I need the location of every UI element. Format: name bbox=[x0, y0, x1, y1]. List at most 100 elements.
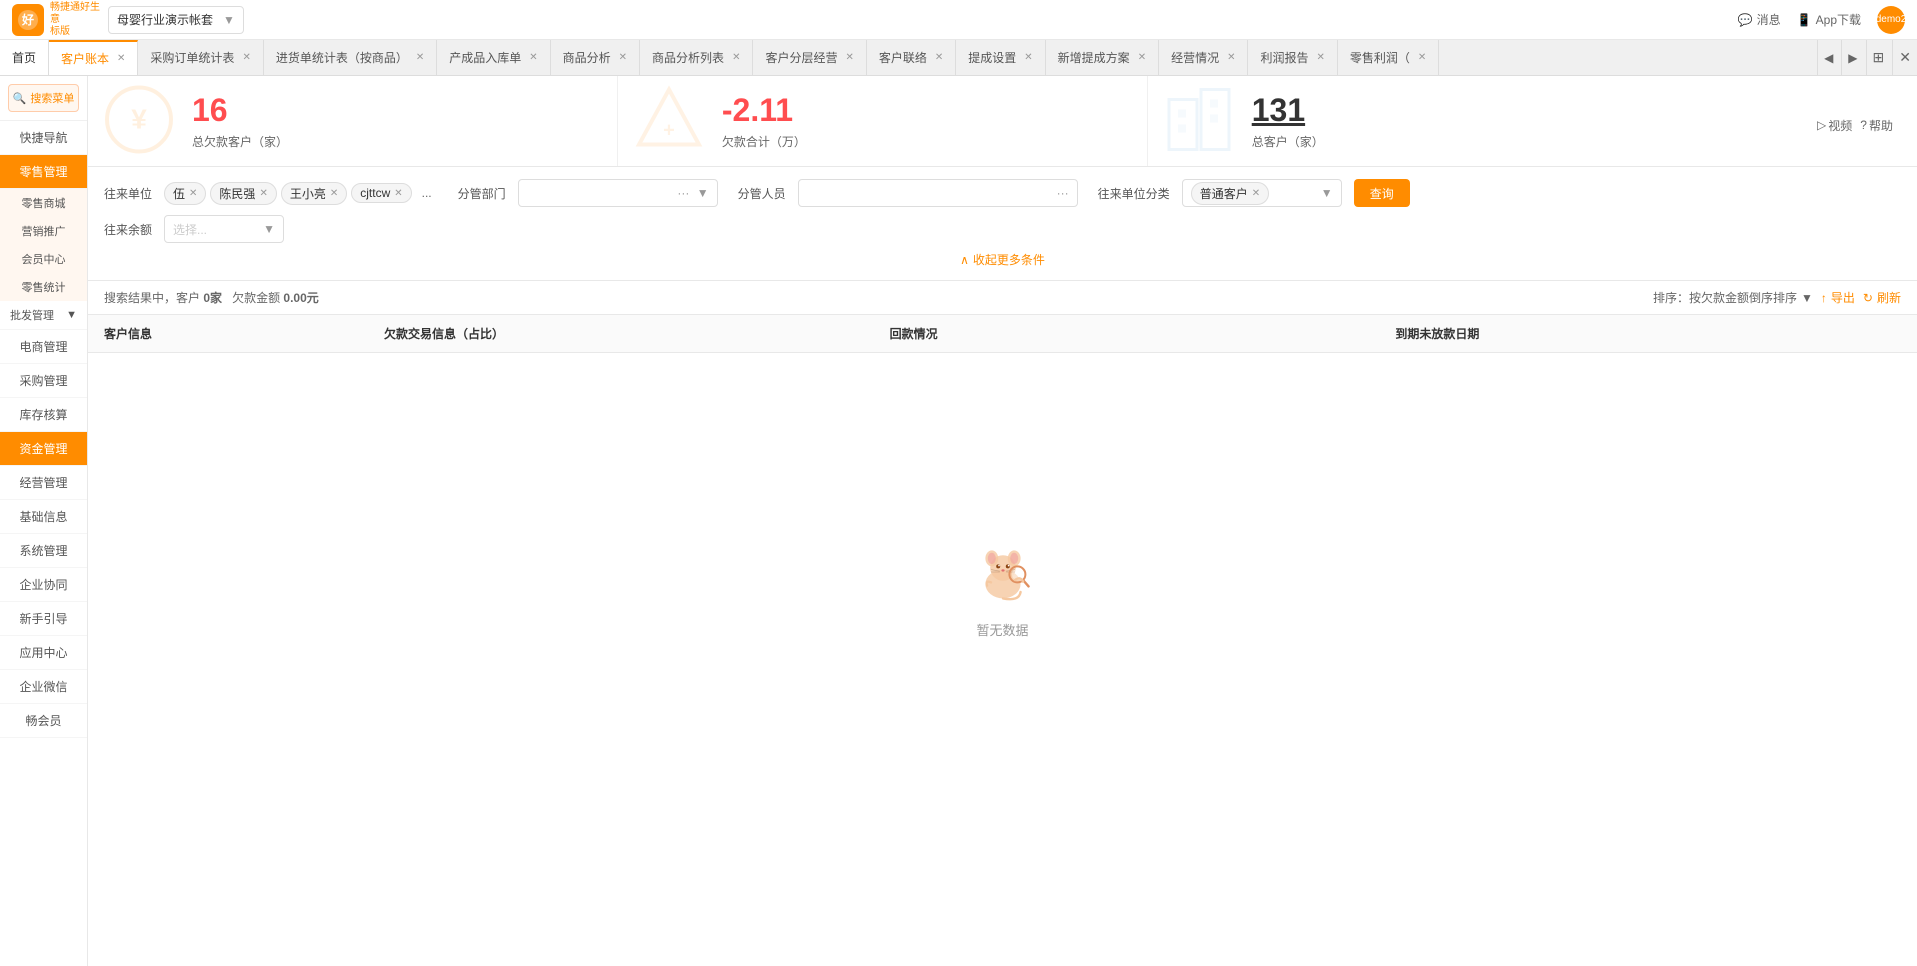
sidebar-item-capital[interactable]: 资金管理 bbox=[0, 432, 87, 466]
tab-close-icon[interactable]: ✕ bbox=[1227, 52, 1235, 63]
tab-close-icon[interactable]: ✕ bbox=[1138, 52, 1146, 63]
tab-promotion-settings[interactable]: 提成设置 ✕ bbox=[956, 40, 1045, 76]
staff-more-icon: ··· bbox=[1057, 186, 1069, 200]
sidebar-item-ecommerce[interactable]: 电商管理 bbox=[0, 330, 87, 364]
tab-close-icon[interactable]: ✕ bbox=[242, 52, 250, 63]
tab-close-all-btn[interactable]: ✕ bbox=[1892, 40, 1917, 76]
staff-filter-select[interactable]: ··· bbox=[798, 179, 1078, 207]
help-icon: ? bbox=[1860, 118, 1867, 132]
card-total-debt-value: -2.11 bbox=[722, 92, 806, 129]
sidebar-item-vip-member[interactable]: 畅会员 bbox=[0, 704, 87, 738]
tab-bar-end: ◀ ▶ ⊞ ✕ bbox=[1817, 40, 1917, 76]
sidebar-item-member-center[interactable]: 会员中心 bbox=[0, 245, 87, 273]
tab-label: 客户账本 bbox=[61, 50, 109, 67]
tab-label: 零售利润（ bbox=[1350, 49, 1410, 66]
tab-operations[interactable]: 经营情况 ✕ bbox=[1159, 40, 1248, 76]
tab-product-analysis[interactable]: 商品分析 ✕ bbox=[551, 40, 640, 76]
app-download-btn[interactable]: 📱 App下载 bbox=[1797, 11, 1861, 28]
export-btn[interactable]: ↑ 导出 bbox=[1821, 289, 1855, 306]
message-btn[interactable]: 💬 消息 bbox=[1738, 11, 1781, 28]
refresh-btn[interactable]: ↻ 刷新 bbox=[1863, 289, 1901, 306]
filter-area: 往来单位 伍 ✕ 陈民强 ✕ 王小亮 ✕ cjttcw bbox=[88, 167, 1917, 281]
content-area: ¥ 16 总欠款客户（家） + -2.11 欠款合计（万） bbox=[88, 76, 1917, 966]
svg-text:+: + bbox=[663, 120, 675, 142]
tag-remove-icon[interactable]: ✕ bbox=[259, 188, 267, 199]
sidebar-item-app-center[interactable]: 应用中心 bbox=[0, 636, 87, 670]
video-btn[interactable]: ▷ 视频 bbox=[1817, 117, 1852, 134]
remaining-filter-input[interactable]: 选择... ▼ bbox=[164, 215, 284, 243]
sidebar-item-retail-stats[interactable]: 零售统计 bbox=[0, 273, 87, 301]
tab-expand-btn[interactable]: ⊞ bbox=[1866, 40, 1891, 76]
sidebar-item-label: 零售管理 bbox=[0, 163, 87, 180]
tab-purchase-order-stats[interactable]: 采购订单统计表 ✕ bbox=[138, 40, 263, 76]
tab-customer-contact[interactable]: 客户联络 ✕ bbox=[867, 40, 956, 76]
tab-customer-accounts[interactable]: 客户账本 ✕ bbox=[49, 40, 138, 76]
collapse-btn[interactable]: ∧ 收起更多条件 bbox=[960, 251, 1045, 268]
tab-profit-report[interactable]: 利润报告 ✕ bbox=[1248, 40, 1337, 76]
tab-close-icon[interactable]: ✕ bbox=[117, 53, 125, 64]
tab-label: 经营情况 bbox=[1171, 49, 1219, 66]
summary-cards: ¥ 16 总欠款客户（家） + -2.11 欠款合计（万） bbox=[88, 76, 1917, 167]
user-avatar[interactable]: demo2 bbox=[1877, 6, 1905, 34]
tab-close-icon[interactable]: ✕ bbox=[529, 52, 537, 63]
help-btn[interactable]: ? 帮助 bbox=[1860, 117, 1893, 134]
search-menu-btn[interactable]: 🔍 搜索菜单 bbox=[8, 84, 79, 112]
search-result-label: 搜索结果中，客户 0家 欠款金额 0.00元 bbox=[104, 289, 319, 306]
tag-remove-icon[interactable]: ✕ bbox=[1252, 188, 1260, 199]
tab-product-inbound[interactable]: 产成品入库单 ✕ bbox=[437, 40, 550, 76]
tab-close-icon[interactable]: ✕ bbox=[935, 52, 943, 63]
more-tags-btn[interactable]: ... bbox=[416, 184, 438, 202]
tab-close-icon[interactable]: ✕ bbox=[416, 52, 424, 63]
tag-remove-icon[interactable]: ✕ bbox=[330, 188, 338, 199]
tab-inbound-stats[interactable]: 进货单统计表（按商品） ✕ bbox=[264, 40, 437, 76]
tab-next-btn[interactable]: ▶ bbox=[1841, 40, 1863, 76]
card-total-debtors-label: 总欠款客户（家） bbox=[192, 133, 288, 150]
refresh-icon: ↻ bbox=[1863, 291, 1873, 305]
tab-prev-btn[interactable]: ◀ bbox=[1817, 40, 1839, 76]
sidebar-item-basic-info[interactable]: 基础信息 bbox=[0, 500, 87, 534]
sidebar-item-retail-mgmt[interactable]: 零售管理 bbox=[0, 155, 87, 189]
tab-label: 产成品入库单 bbox=[449, 49, 521, 66]
tab-label: 采购订单统计表 bbox=[150, 49, 234, 66]
card-total-customers-value[interactable]: 131 bbox=[1252, 92, 1324, 129]
message-icon: 💬 bbox=[1738, 13, 1753, 27]
system-select[interactable]: 母婴行业演示帐套 ▼ bbox=[108, 6, 244, 34]
tab-close-icon[interactable]: ✕ bbox=[732, 52, 740, 63]
tag-remove-icon[interactable]: ✕ bbox=[189, 188, 197, 199]
tab-close-icon[interactable]: ✕ bbox=[845, 52, 853, 63]
tab-close-icon[interactable]: ✕ bbox=[1317, 52, 1325, 63]
sidebar-item-enterprise-wechat[interactable]: 企业微信 bbox=[0, 670, 87, 704]
tab-label: 提成设置 bbox=[968, 49, 1016, 66]
remaining-placeholder: 选择... bbox=[173, 221, 207, 238]
result-count: 0家 bbox=[203, 291, 222, 305]
sidebar-item-new-guide[interactable]: 新手引导 bbox=[0, 602, 87, 636]
unit-category-tags: 普通客户 ✕ bbox=[1191, 182, 1269, 205]
query-button[interactable]: 查询 bbox=[1354, 179, 1410, 207]
sidebar-item-retail-mall[interactable]: 零售商城 bbox=[0, 189, 87, 217]
tab-retail-profit[interactable]: 零售利润（ ✕ bbox=[1338, 40, 1439, 76]
tab-close-icon[interactable]: ✕ bbox=[619, 52, 627, 63]
tab-product-analysis-list[interactable]: 商品分析列表 ✕ bbox=[640, 40, 753, 76]
unit-category-select[interactable]: 普通客户 ✕ ▼ bbox=[1182, 179, 1342, 207]
tab-close-icon[interactable]: ✕ bbox=[1418, 52, 1426, 63]
tag-remove-icon[interactable]: ✕ bbox=[394, 188, 402, 199]
sidebar-item-purchase[interactable]: 采购管理 bbox=[0, 364, 87, 398]
tab-close-icon[interactable]: ✕ bbox=[1024, 52, 1032, 63]
tab-new-promotion[interactable]: 新增提成方案 ✕ bbox=[1046, 40, 1159, 76]
empty-text: 暂无数据 bbox=[976, 620, 1028, 639]
sidebar-item-marketing[interactable]: 营销推广 bbox=[0, 217, 87, 245]
sidebar-item-operations-mgmt[interactable]: 经营管理 bbox=[0, 466, 87, 500]
tab-home[interactable]: 首页 bbox=[0, 40, 49, 76]
tab-customer-segment[interactable]: 客户分层经营 ✕ bbox=[753, 40, 866, 76]
logo-text: 畅捷通好生意 标版 bbox=[50, 2, 100, 38]
tag-label: 陈民强 bbox=[219, 185, 255, 202]
sort-btn[interactable]: 排序：按欠款金额倒序排序 ▼ bbox=[1653, 289, 1813, 306]
dept-filter-select[interactable]: ··· ▼ bbox=[518, 179, 718, 207]
sidebar-item-wholesale-mgmt[interactable]: 批发管理 ▼ bbox=[0, 301, 87, 330]
sidebar-item-inventory[interactable]: 库存核算 bbox=[0, 398, 87, 432]
sidebar-item-system-mgmt[interactable]: 系统管理 bbox=[0, 534, 87, 568]
col-repayment: 回款情况 bbox=[890, 325, 1396, 342]
sidebar-quick-nav[interactable]: 快捷导航 bbox=[0, 121, 87, 155]
avatar: demo2 bbox=[1877, 6, 1905, 34]
sidebar-item-enterprise-collab[interactable]: 企业协同 bbox=[0, 568, 87, 602]
